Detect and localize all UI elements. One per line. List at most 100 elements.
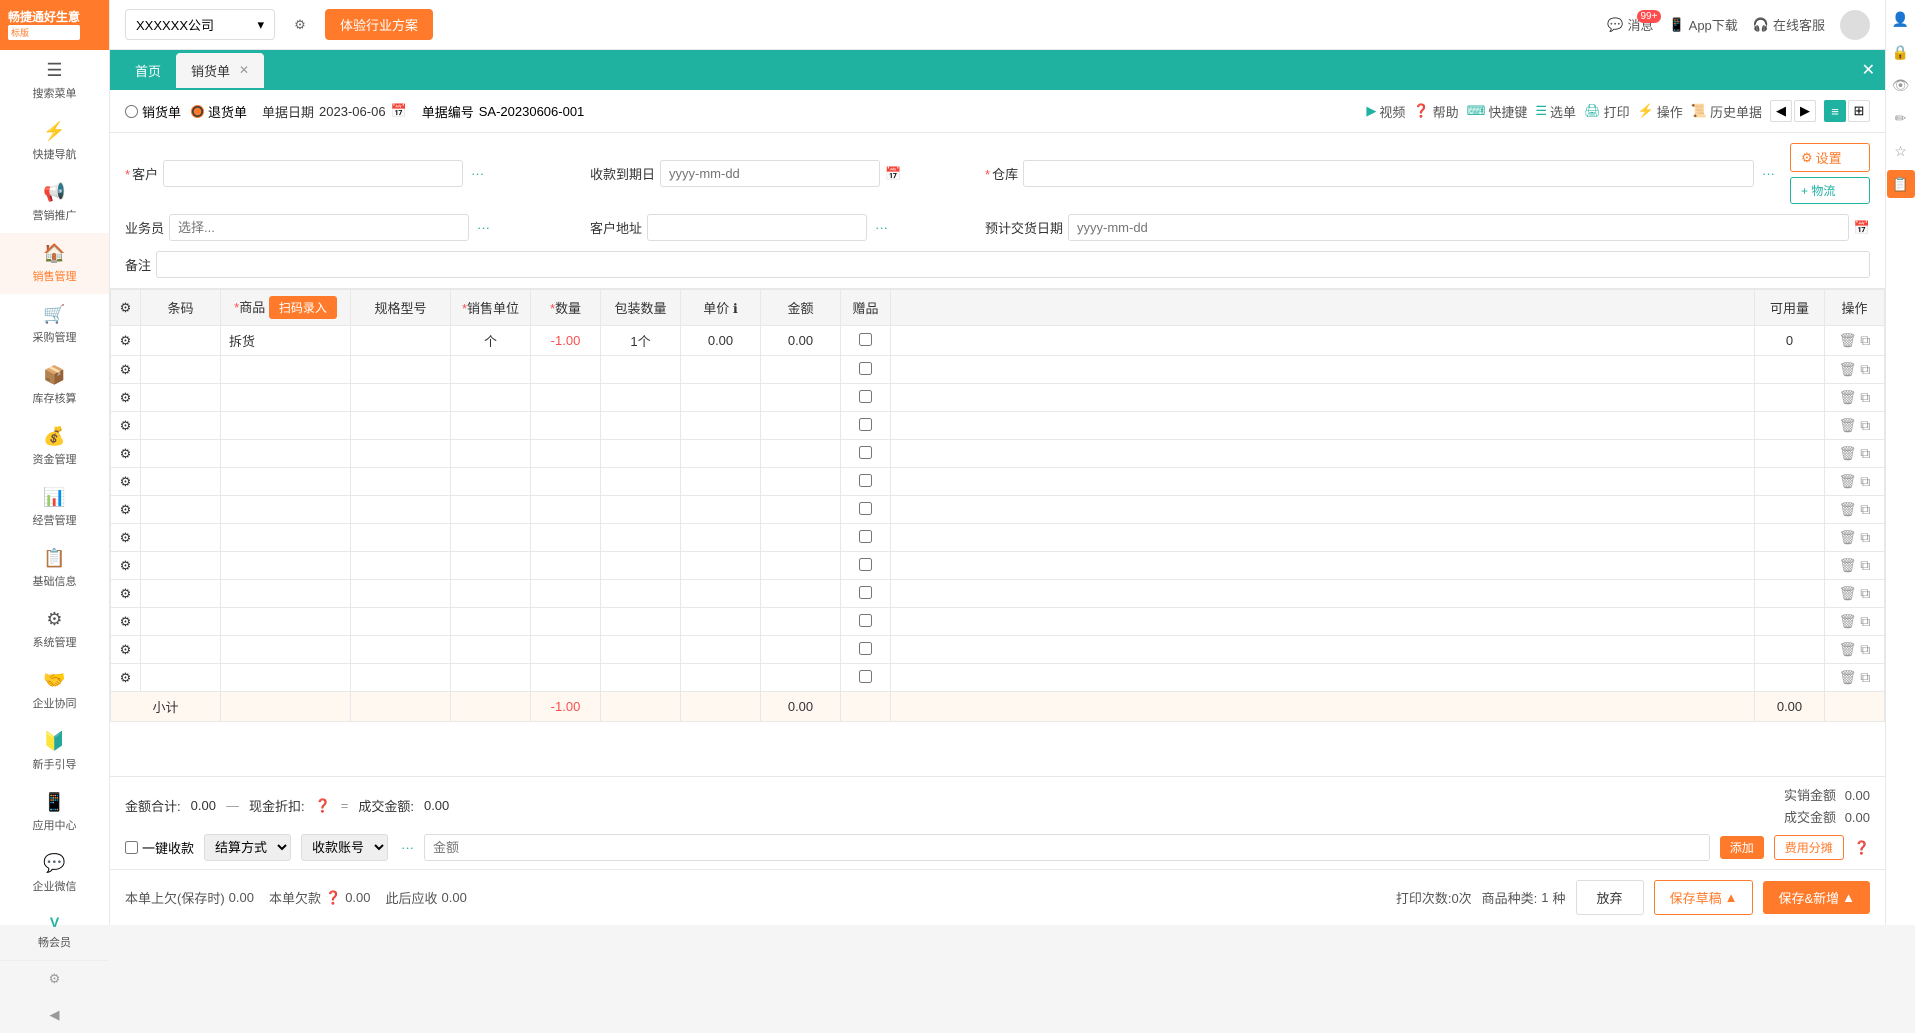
scan-btn[interactable]: 扫码录入 [269,296,337,319]
cell-spec[interactable] [351,496,451,524]
cell-product[interactable] [221,356,351,384]
cell-gift[interactable] [841,552,891,580]
cell-gear[interactable]: ⚙ [111,580,141,608]
cell-price[interactable] [681,356,761,384]
cell-pack[interactable] [601,412,681,440]
customer-addr-select-btn[interactable]: ··· [875,220,888,235]
radio-return-bill[interactable]: 退货单 [191,102,247,121]
delete-row-btn[interactable]: 🗑 [1839,445,1857,461]
grid-view-btn[interactable]: ⊞ [1848,100,1870,122]
sidebar-item-app-center[interactable]: 📱 应用中心 [0,782,109,843]
cell-product[interactable]: 拆货 [221,326,351,356]
app-download-btn[interactable]: 📱 App下载 [1668,15,1737,34]
cell-product[interactable] [221,608,351,636]
cell-unit[interactable] [451,636,531,664]
cell-gear[interactable]: ⚙ [111,496,141,524]
cell-product[interactable] [221,524,351,552]
expected-date-calendar-icon[interactable]: 📅 [1854,220,1870,236]
cell-amount[interactable] [761,468,841,496]
amount-input[interactable] [424,834,1710,861]
customer-select-btn[interactable]: ··· [471,166,484,181]
cell-price[interactable] [681,636,761,664]
delete-row-btn[interactable]: 🗑 [1839,641,1857,657]
gift-checkbox[interactable] [859,586,872,599]
cell-gear[interactable]: ⚙ [111,524,141,552]
salesperson-select-btn[interactable]: ··· [477,220,490,235]
sidebar-item-guide[interactable]: 🔰 新手引导 [0,721,109,782]
right-sidebar-contact-btn[interactable]: 👤 [1887,5,1915,33]
cell-unit[interactable] [451,356,531,384]
cell-barcode[interactable] [141,326,221,356]
add-payment-btn[interactable]: 添加 [1720,836,1764,859]
cell-pack[interactable] [601,524,681,552]
sidebar-item-system-mgmt[interactable]: ⚙ 系统管理 [0,599,109,660]
logistics-btn[interactable]: + 物流 [1790,177,1870,204]
cell-product[interactable] [221,552,351,580]
cell-gift[interactable] [841,524,891,552]
operation-btn[interactable]: ⚡ 操作 [1638,102,1683,121]
account-select[interactable]: 收款账号 [301,834,388,861]
sidebar-item-wechat-biz[interactable]: 💬 企业微信 [0,843,109,904]
cell-price[interactable] [681,412,761,440]
copy-row-btn[interactable]: ⧉ [1860,417,1870,433]
cell-spec[interactable] [351,664,451,692]
delete-row-btn[interactable]: 🗑 [1839,361,1857,377]
cell-qty[interactable] [531,524,601,552]
expense-help-icon[interactable]: ❓ [1854,840,1870,856]
cell-gift[interactable] [841,412,891,440]
warehouse-input[interactable]: 建材仓 [1023,160,1754,187]
calendar-icon[interactable]: 📅 [391,103,407,119]
cell-gift[interactable] [841,636,891,664]
cell-pack[interactable] [601,608,681,636]
cell-product[interactable] [221,468,351,496]
cell-qty[interactable] [531,440,601,468]
cell-unit[interactable] [451,468,531,496]
copy-row-btn[interactable]: ⧉ [1860,585,1870,601]
cell-product[interactable] [221,496,351,524]
discount-help-icon[interactable]: ❓ [315,798,331,814]
cell-barcode[interactable] [141,496,221,524]
gift-checkbox[interactable] [859,558,872,571]
sidebar-item-enterprise[interactable]: 🤝 企业协同 [0,660,109,721]
cell-product[interactable] [221,384,351,412]
cell-spec[interactable] [351,440,451,468]
cell-unit[interactable] [451,524,531,552]
cell-unit[interactable] [451,384,531,412]
delete-row-btn[interactable]: 🗑 [1839,529,1857,545]
tab-sales-bill[interactable]: 销货单 ✕ [176,53,264,88]
gift-checkbox[interactable] [859,474,872,487]
gift-checkbox[interactable] [859,418,872,431]
right-sidebar-lock-btn[interactable]: 🔒 [1887,38,1915,66]
select-bill-btn[interactable]: ☰ 选单 [1535,102,1576,121]
cell-gift[interactable] [841,496,891,524]
cell-spec[interactable] [351,468,451,496]
cell-price[interactable] [681,664,761,692]
cell-qty[interactable] [531,580,601,608]
one-click-pay-input[interactable] [125,841,138,854]
cell-price[interactable]: 0.00 [681,326,761,356]
radio-sale-input[interactable] [125,105,138,118]
salesperson-input[interactable] [169,214,469,241]
cell-pack[interactable] [601,496,681,524]
cell-barcode[interactable] [141,356,221,384]
cell-spec[interactable] [351,608,451,636]
cell-qty[interactable] [531,412,601,440]
due-date-input[interactable] [660,160,880,187]
close-all-tabs-btn[interactable]: ✕ [1862,60,1875,80]
cell-spec[interactable] [351,636,451,664]
cell-qty[interactable] [531,468,601,496]
history-btn[interactable]: 📜 历史单据 [1691,102,1762,121]
cell-price[interactable] [681,384,761,412]
cell-barcode[interactable] [141,440,221,468]
online-service-btn[interactable]: 🎧 在线客服 [1753,15,1825,34]
copy-row-btn[interactable]: ⧉ [1860,529,1870,545]
sidebar-item-marketing[interactable]: 📢 营销推广 [0,172,109,233]
delete-row-btn[interactable]: 🗑 [1839,473,1857,489]
cell-barcode[interactable] [141,384,221,412]
cell-qty[interactable] [531,608,601,636]
copy-row-btn[interactable]: ⧉ [1860,669,1870,685]
setting-btn[interactable]: ⚙ 设置 [1790,143,1870,172]
gift-checkbox[interactable] [859,390,872,403]
sidebar-item-vip[interactable]: V 畅会员 [0,904,109,960]
cell-product[interactable] [221,664,351,692]
